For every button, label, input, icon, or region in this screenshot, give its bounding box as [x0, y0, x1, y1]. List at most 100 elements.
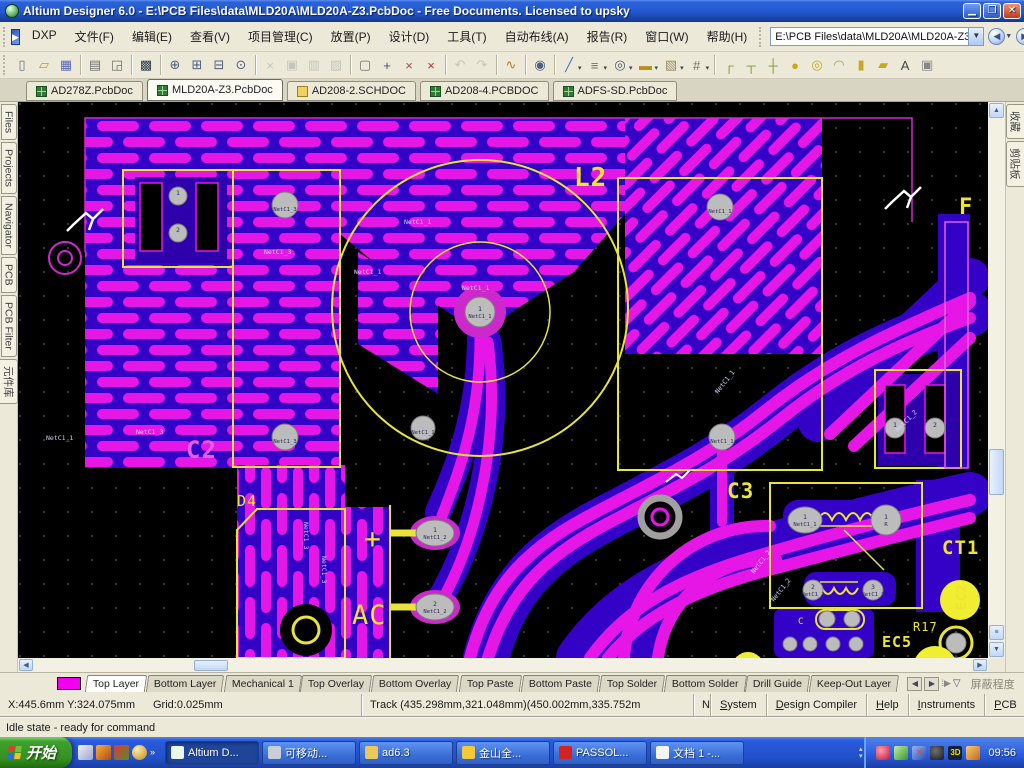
menu-item-2[interactable]: 编辑(E) — [123, 24, 181, 49]
scroll-up-icon[interactable]: ▲ — [989, 103, 1004, 118]
place-component-icon[interactable]: ▣ — [916, 55, 938, 76]
place-arc-icon[interactable]: ◠ — [828, 55, 850, 76]
document-path-combo[interactable]: E:\PCB Files\data\MLD20A\MLD20A-Z3 ▼ — [770, 27, 984, 46]
quick-launch-icon-2[interactable] — [96, 745, 111, 760]
document-tab-AD208-2.SCHDOC[interactable]: AD208-2.SCHDOC — [287, 81, 416, 101]
route-multi-icon[interactable]: ┼ — [762, 55, 784, 76]
wizard-icon[interactable]: ∿ — [500, 55, 522, 76]
layer-tab-Top Paste[interactable]: Top Paste — [459, 675, 522, 692]
menu-item-10[interactable]: 窗口(W) — [636, 24, 697, 49]
start-button[interactable]: 开始 — [0, 737, 72, 768]
active-layer-color-swatch[interactable] — [57, 677, 81, 690]
left-panel-tab-PCB[interactable]: PCB — [1, 257, 17, 293]
zoom-area-icon[interactable]: ⊞ — [186, 55, 208, 76]
tray-icon-2[interactable] — [894, 746, 908, 760]
vertical-scrollbar[interactable]: ▲ ≡ ▼ — [988, 102, 1005, 658]
document-tab-AD278Z.PcbDoc[interactable]: AD278Z.PcbDoc — [26, 81, 143, 101]
chevron-down-icon[interactable]: ▼ — [968, 28, 983, 45]
place-polygon-icon[interactable]: ▰ — [872, 55, 894, 76]
panel-button-Instruments[interactable]: Instruments — [908, 694, 984, 716]
menu-item-5[interactable]: 放置(P) — [322, 24, 380, 49]
toolbar-grip[interactable] — [3, 55, 8, 75]
toolbar-grip[interactable] — [759, 27, 761, 47]
pcb-canvas[interactable]: 12NetC1_3NetC1_3NetC1_11NetC1_11NetC1_22… — [18, 102, 988, 658]
taskbar-band-handle[interactable]: ▴▾ — [859, 746, 863, 760]
quick-launch-icon-3[interactable] — [114, 745, 129, 760]
scroll-right-icon[interactable]: ▶ — [973, 659, 987, 671]
layer-tab-Bottom Solder[interactable]: Bottom Solder — [664, 675, 747, 692]
menu-item-7[interactable]: 工具(T) — [438, 24, 495, 49]
right-panel-tab-剪贴板[interactable]: 剪贴板 — [1006, 141, 1024, 187]
board-wizard-icon[interactable]: ▩ — [135, 55, 157, 76]
route-bus-icon[interactable]: ┬ — [740, 55, 762, 76]
task-button-5[interactable]: PASSOL... — [553, 741, 647, 765]
document-tab-AD208-4.PCBDOC[interactable]: AD208-4.PCBDOC — [420, 81, 549, 101]
clear-filter-icon[interactable]: × — [398, 55, 420, 76]
horizontal-scroll-thumb[interactable] — [194, 660, 228, 671]
tray-icon-1[interactable] — [876, 746, 890, 760]
tray-icon-3[interactable]: ✕ — [912, 746, 926, 760]
scroll-left-icon[interactable]: ◀ — [19, 659, 33, 671]
layer-tab-Mechanical 1[interactable]: Mechanical 1 — [223, 675, 301, 692]
print-preview-icon[interactable]: ◲ — [106, 55, 128, 76]
quick-launch-overflow-icon[interactable]: » — [150, 747, 155, 757]
grid-dd-icon[interactable]: # — [686, 55, 708, 76]
scroll-page-icon[interactable]: ≡ — [989, 625, 1004, 640]
panel-button-PCB[interactable]: PCB — [984, 694, 1024, 716]
scroll-down-icon[interactable]: ▼ — [989, 642, 1004, 657]
place-line-dd-icon[interactable]: ╱ — [558, 55, 580, 76]
task-button-1[interactable]: Altium D... — [165, 741, 259, 765]
snap-indicator-icon[interactable]: ⁞▶ — [941, 678, 950, 689]
dxp-icon[interactable]: ▶ — [11, 29, 20, 45]
print-icon[interactable]: ▤ — [84, 55, 106, 76]
quick-launch-icon-4[interactable] — [132, 745, 147, 760]
task-button-6[interactable]: 文档 1 -... — [650, 741, 744, 765]
horizontal-scrollbar[interactable]: ◀ ▶ — [18, 658, 988, 672]
tray-icon-4[interactable] — [930, 746, 944, 760]
room-dd-icon[interactable]: ▧ — [660, 55, 682, 76]
panel-button-System[interactable]: System — [710, 694, 766, 716]
panel-button-Design Compiler[interactable]: Design Compiler — [766, 694, 866, 716]
layer-tab-Top Layer[interactable]: Top Layer — [85, 675, 148, 692]
layer-tab-Keep-Out Layer[interactable]: Keep-Out Layer — [809, 675, 900, 692]
title-bar[interactable]: Altium Designer 6.0 - E:\PCB Files\data\… — [0, 0, 1024, 22]
menu-item-6[interactable]: 设计(D) — [380, 24, 439, 49]
forward-button[interactable]: ▶ — [1016, 28, 1024, 45]
layer-tab-Bottom Overlay[interactable]: Bottom Overlay — [371, 675, 460, 692]
vertical-scroll-thumb[interactable] — [989, 449, 1004, 495]
save-icon[interactable]: ▦ — [55, 55, 77, 76]
restore-button[interactable]: ❐ — [983, 3, 1001, 19]
back-button[interactable]: ◀ — [988, 28, 1005, 45]
task-button-3[interactable]: ad6.3 — [359, 741, 453, 765]
left-panel-tab-元件库[interactable]: 元件库 — [0, 359, 18, 405]
measure-dd-icon[interactable]: ▬ — [635, 55, 657, 76]
tray-icon-year3d[interactable]: 3D — [948, 746, 962, 760]
menu-item-9[interactable]: 报告(R) — [578, 24, 637, 49]
document-tab-MLD20A-Z3.PcbDoc[interactable]: MLD20A-Z3.PcbDoc — [147, 79, 283, 101]
align-dd-icon[interactable]: ≡ — [584, 55, 606, 76]
menu-item-11[interactable]: 帮助(H) — [698, 24, 757, 49]
layer-tab-Top Solder[interactable]: Top Solder — [598, 675, 665, 692]
toolbar-grip[interactable] — [3, 27, 5, 47]
left-panel-tab-Navigator[interactable]: Navigator — [1, 196, 17, 255]
right-panel-tab-收藏[interactable]: 收藏 — [1006, 104, 1024, 139]
filter-icon[interactable]: ▽ — [953, 678, 961, 689]
menu-item-8[interactable]: 自动布线(A) — [496, 24, 578, 49]
place-via-icon[interactable]: ◎ — [806, 55, 828, 76]
task-button-2[interactable]: 可移动... — [262, 741, 356, 765]
zoom-document-icon[interactable]: ⊕ — [164, 55, 186, 76]
route-interactive-icon[interactable]: ┌ — [718, 55, 740, 76]
move-selection-icon[interactable]: + — [376, 55, 398, 76]
panel-button-Help[interactable]: Help — [866, 694, 908, 716]
menu-item-3[interactable]: 查看(V) — [181, 24, 239, 49]
menu-item-1[interactable]: 文件(F) — [66, 24, 123, 49]
layer-tab-Top Overlay[interactable]: Top Overlay — [300, 675, 372, 692]
zoom-previous-icon[interactable]: ⊙ — [230, 55, 252, 76]
layer-tab-Drill Guide[interactable]: Drill Guide — [745, 675, 810, 692]
select-area-icon[interactable]: ▢ — [354, 55, 376, 76]
clear-selection-icon[interactable]: × — [420, 55, 442, 76]
mask-level-button[interactable]: 屏蔽程度 — [963, 674, 1023, 694]
menu-item-0[interactable]: DXP — [23, 24, 66, 49]
left-panel-tab-Projects[interactable]: Projects — [1, 142, 17, 194]
zoom-out-icon[interactable]: ⊟ — [208, 55, 230, 76]
